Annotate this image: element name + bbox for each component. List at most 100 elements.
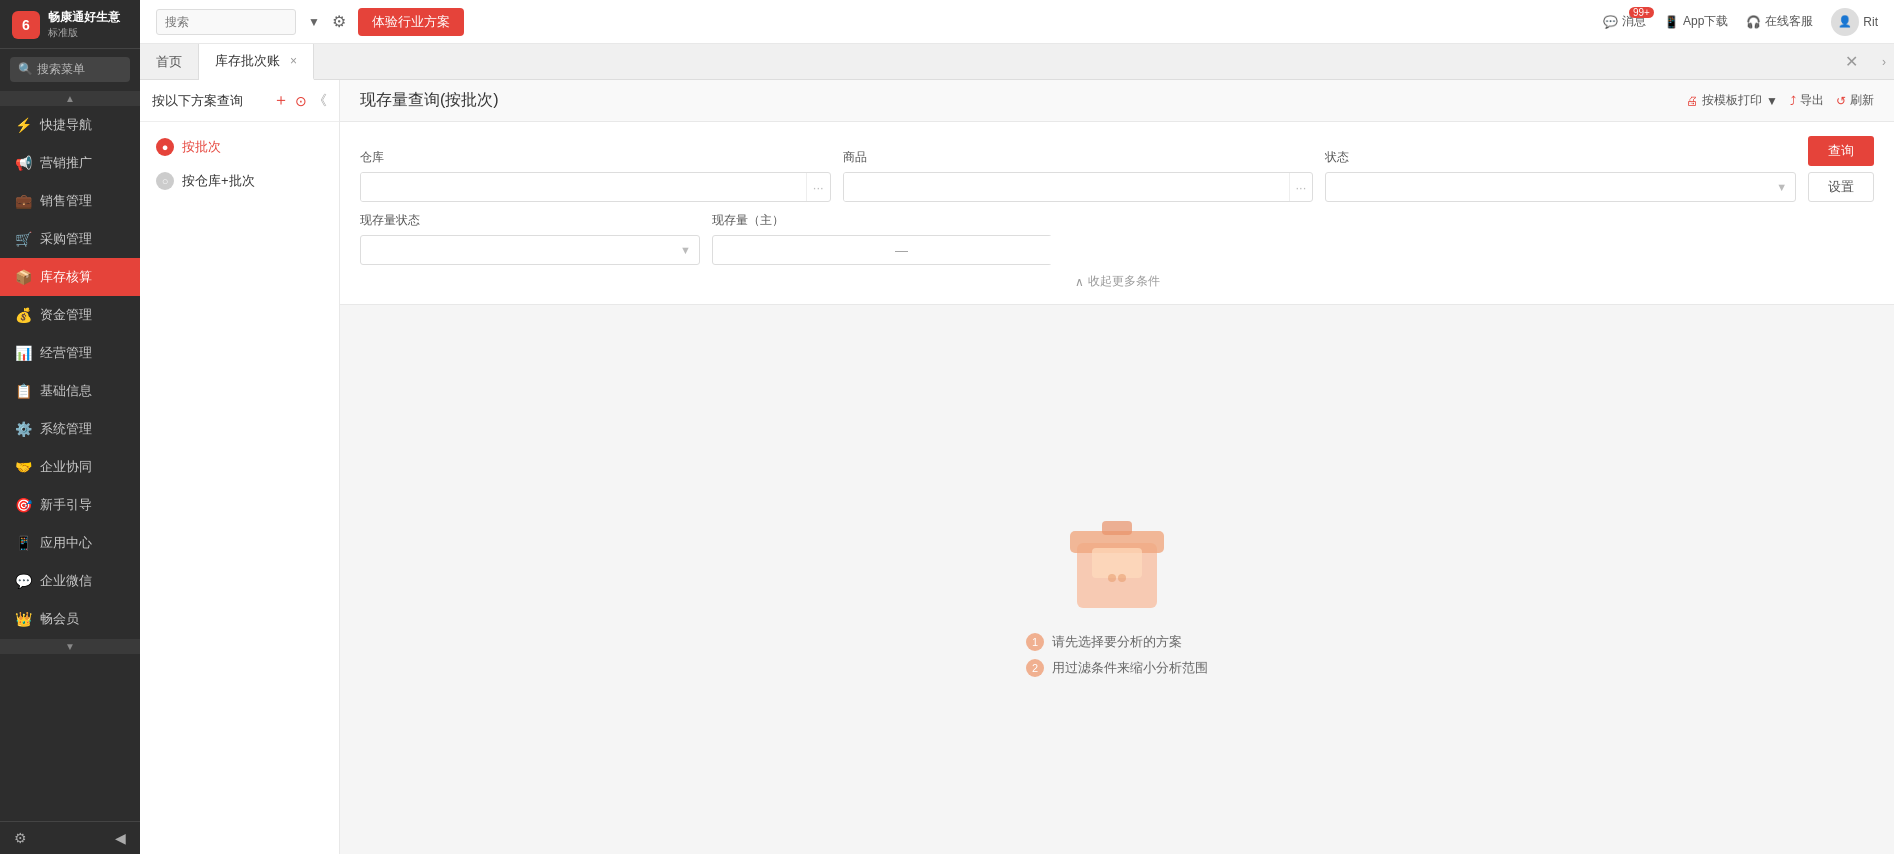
sidebar-item-label: 库存核算 xyxy=(40,268,92,286)
scheme-panel-header: 按以下方案查询 ＋ ⊙ 《 xyxy=(140,80,339,122)
sidebar-item-new-guide[interactable]: 🎯 新手引导 xyxy=(0,486,140,524)
sidebar-item-label: 应用中心 xyxy=(40,534,92,552)
tab-home[interactable]: 首页 xyxy=(140,44,199,79)
filter-and-actions: 仓库 ··· 商品 xyxy=(340,122,1894,305)
inventory-status-filter: 现存量状态 ▼ xyxy=(360,212,700,265)
filter-row-1: 仓库 ··· 商品 xyxy=(360,136,1874,202)
product-filter: 商品 ··· xyxy=(843,149,1314,202)
app-version: 标准版 xyxy=(48,26,120,40)
online-service-action[interactable]: 🎧 在线客服 xyxy=(1746,13,1813,30)
sidebar-item-label: 企业协同 xyxy=(40,458,92,476)
sidebar-item-label: 资金管理 xyxy=(40,306,92,324)
scheme-item-by-batch[interactable]: ● 按批次 xyxy=(140,130,339,164)
warehouse-more-button[interactable]: ··· xyxy=(806,173,830,201)
sidebar-item-system[interactable]: ⚙️ 系统管理 xyxy=(0,410,140,448)
status-select[interactable]: ▼ xyxy=(1325,172,1796,202)
print-dropdown-icon: ▼ xyxy=(1766,94,1778,108)
warehouse-input[interactable] xyxy=(361,173,806,201)
tab-home-label: 首页 xyxy=(156,53,182,71)
sidebar-item-label: 系统管理 xyxy=(40,420,92,438)
empty-illustration xyxy=(1052,483,1182,613)
print-icon: 🖨 xyxy=(1686,94,1698,108)
page-header: 现存量查询(按批次) 🖨 按模板打印 ▼ ⤴ 导出 ↺ 刷新 xyxy=(340,80,1894,122)
settings-button[interactable]: 设置 xyxy=(1808,172,1874,202)
trial-button[interactable]: 体验行业方案 xyxy=(358,8,464,36)
inventory-status-chevron-icon: ▼ xyxy=(680,244,691,256)
product-more-icon: ··· xyxy=(1296,180,1307,195)
plus-icon: ＋ xyxy=(273,90,289,111)
tab-inventory-batch[interactable]: 库存批次账 × xyxy=(199,44,314,80)
scheme-item-by-warehouse-batch[interactable]: ○ 按仓库+批次 xyxy=(140,164,339,198)
empty-svg-illustration xyxy=(1052,483,1182,613)
sidebar-item-marketing[interactable]: 📢 营销推广 xyxy=(0,144,140,182)
filter-fields: 仓库 ··· 商品 xyxy=(360,136,1874,290)
basic-info-icon: 📋 xyxy=(14,382,32,400)
scroll-up-button[interactable]: ▲ xyxy=(0,91,140,106)
app-download-action[interactable]: 📱 App下载 xyxy=(1664,13,1728,30)
empty-hint-1: 1 请先选择要分析的方案 xyxy=(1026,633,1208,651)
system-icon: ⚙️ xyxy=(14,420,32,438)
messages-action[interactable]: 💬 消息 99+ xyxy=(1603,13,1646,30)
status-filter: 状态 ▼ xyxy=(1325,149,1796,202)
sidebar-item-quick-nav[interactable]: ⚡ 快捷导航 xyxy=(0,106,140,144)
scheme-panel: 按以下方案查询 ＋ ⊙ 《 ● 按批次 xyxy=(140,80,340,854)
sidebar-item-label: 销售管理 xyxy=(40,192,92,210)
settings-footer-icon[interactable]: ⚙ xyxy=(14,830,27,846)
topbar: ▼ ⚙ 体验行业方案 💬 消息 99+ 📱 App下载 🎧 在线客服 👤 Rit xyxy=(140,0,1894,44)
sidebar-item-label: 畅会员 xyxy=(40,610,79,628)
page-title: 现存量查询(按批次) xyxy=(360,90,499,111)
scroll-down-button[interactable]: ▼ xyxy=(0,639,140,654)
sidebar-search[interactable]: 🔍 搜索菜单 xyxy=(10,57,130,82)
tab-panel-close-button[interactable]: ✕ xyxy=(1833,44,1870,79)
sidebar-item-app-center[interactable]: 📱 应用中心 xyxy=(0,524,140,562)
sidebar-item-finance[interactable]: 💰 资金管理 xyxy=(0,296,140,334)
warehouse-more-icon: ··· xyxy=(813,180,824,195)
sidebar-item-basic-info[interactable]: 📋 基础信息 xyxy=(0,372,140,410)
sidebar-item-enterprise-wechat[interactable]: 💬 企业微信 xyxy=(0,562,140,600)
warehouse-input-row: ··· xyxy=(360,172,831,202)
tab-inventory-batch-label: 库存批次账 xyxy=(215,52,280,70)
query-button[interactable]: 查询 xyxy=(1808,136,1874,166)
finance-icon: 💰 xyxy=(14,306,32,324)
warehouse-filter: 仓库 ··· xyxy=(360,149,831,202)
sidebar-item-inventory[interactable]: 📦 库存核算 xyxy=(0,258,140,296)
avatar-icon: 👤 xyxy=(1838,15,1852,28)
company-name: 畅康通好生意 xyxy=(48,10,120,26)
sidebar-item-purchase[interactable]: 🛒 采购管理 xyxy=(0,220,140,258)
tab-close-icon[interactable]: × xyxy=(290,54,297,68)
collapse-more-label: 收起更多条件 xyxy=(1088,273,1160,290)
hint-2-num: 2 xyxy=(1026,659,1044,677)
product-input[interactable] xyxy=(844,173,1289,201)
sidebar: 6 畅康通好生意 标准版 🔍 搜索菜单 ▲ ⚡ 快捷导航 📢 营销推广 💼 销售… xyxy=(0,0,140,854)
app-download-label: App下载 xyxy=(1683,13,1728,30)
sidebar-item-member[interactable]: 👑 畅会员 xyxy=(0,600,140,638)
collapse-sidebar-icon[interactable]: ◀ xyxy=(115,830,126,846)
app-title-block: 畅康通好生意 标准版 xyxy=(48,10,120,40)
collapse-scheme-button[interactable]: 《 xyxy=(313,92,327,110)
export-button[interactable]: ⤴ 导出 xyxy=(1790,92,1824,109)
tab-arrow-button[interactable]: › xyxy=(1874,44,1894,79)
collapse-more-button[interactable]: ∧ 收起更多条件 xyxy=(360,273,1874,290)
inventory-qty-min-input[interactable] xyxy=(721,236,887,264)
inventory-qty-max-input[interactable] xyxy=(916,236,1082,264)
topbar-dropdown-button[interactable]: ▼ xyxy=(308,15,320,29)
add-scheme-button[interactable]: ＋ xyxy=(273,90,289,111)
topbar-settings-button[interactable]: ⚙ xyxy=(332,12,346,31)
export-label: 导出 xyxy=(1800,92,1824,109)
sidebar-item-enterprise[interactable]: 🤝 企业协同 xyxy=(0,448,140,486)
print-template-button[interactable]: 🖨 按模板打印 ▼ xyxy=(1686,92,1778,109)
user-profile[interactable]: 👤 Rit xyxy=(1831,8,1878,36)
scheme-label: 按批次 xyxy=(182,138,221,156)
action-buttons-group: 查询 设置 xyxy=(1808,136,1874,202)
inventory-status-select[interactable]: ▼ xyxy=(360,235,700,265)
product-more-button[interactable]: ··· xyxy=(1289,173,1313,201)
refresh-button[interactable]: ↺ 刷新 xyxy=(1836,92,1874,109)
sidebar-item-operations[interactable]: 📊 经营管理 xyxy=(0,334,140,372)
settings-scheme-button[interactable]: ⊙ xyxy=(295,93,307,109)
app-center-icon: 📱 xyxy=(14,534,32,552)
tabs-bar: 首页 库存批次账 × ✕ › xyxy=(140,44,1894,80)
topbar-search-input[interactable] xyxy=(156,9,296,35)
sidebar-item-label: 营销推广 xyxy=(40,154,92,172)
inventory-icon: 📦 xyxy=(14,268,32,286)
sidebar-item-sales[interactable]: 💼 销售管理 xyxy=(0,182,140,220)
